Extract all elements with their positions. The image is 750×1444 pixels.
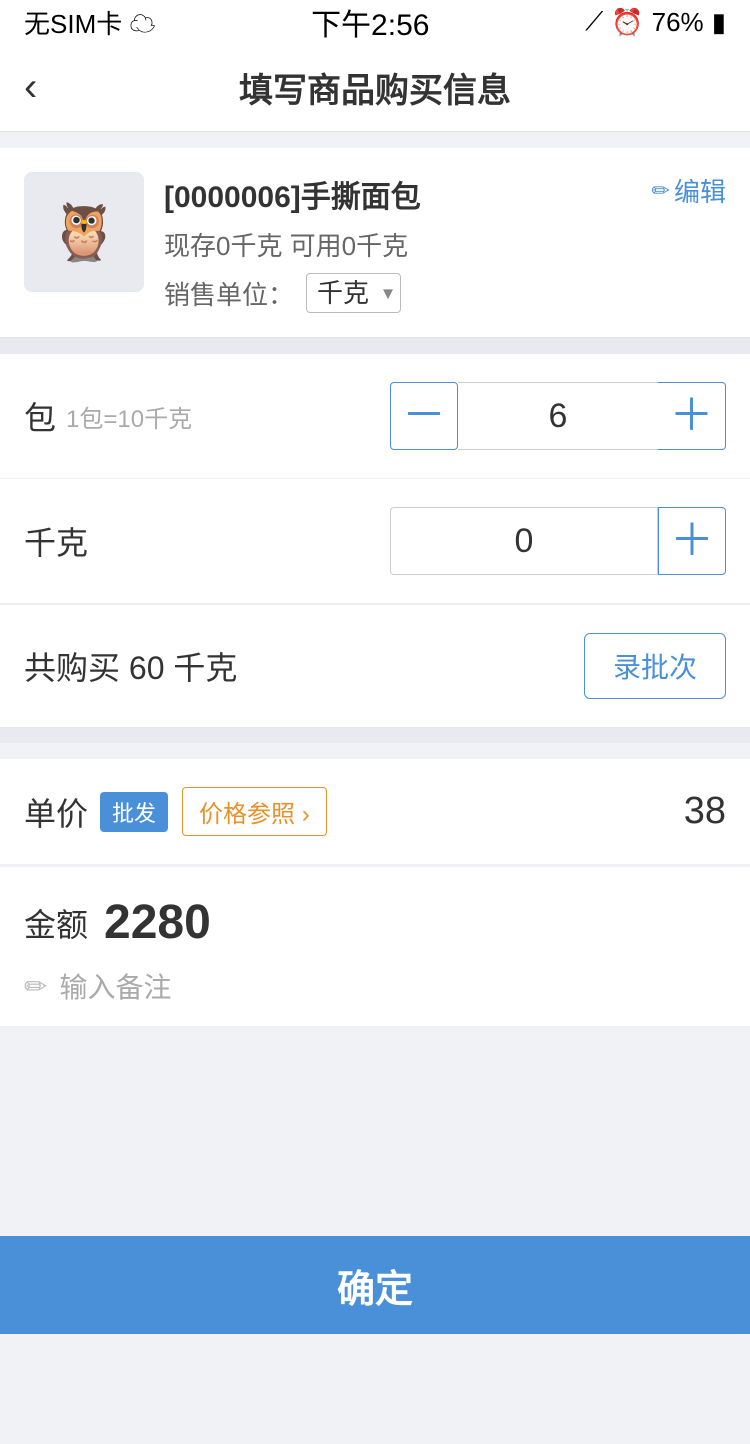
price-ref-button[interactable]: 价格参照 › [182, 787, 327, 836]
price-wholesale-tag: 批发 [100, 792, 168, 832]
bao-plus-button[interactable]: ＋ [658, 382, 726, 450]
status-right: ⟋ ⏰ 76% ▮ [585, 6, 726, 38]
back-button[interactable]: ‹ [24, 65, 37, 110]
bao-controls: － ＋ [390, 382, 726, 450]
summary-text: 共购买 60 千克 [24, 643, 584, 689]
product-thumbnail: 🦉 [24, 172, 144, 292]
kg-input-row: 千克 ＋ [0, 479, 750, 604]
alarm-icon: ⏰ [611, 7, 643, 38]
owl-icon: 🦉 [49, 199, 119, 265]
kg-input[interactable] [390, 507, 658, 575]
battery-label: 76% [652, 7, 704, 38]
product-unit-row: 销售单位： 千克 [164, 273, 726, 313]
product-stock: 现存0千克 可用0千克 [164, 226, 726, 263]
note-placeholder[interactable]: 输入备注 [59, 966, 171, 1006]
kg-plus-button[interactable]: ＋ [658, 507, 726, 575]
bao-minus-button[interactable]: － [390, 382, 458, 450]
edit-icon: ✏ [652, 178, 670, 204]
location-icon: ⟋ [585, 6, 603, 38]
pencil-icon: ✏ [24, 970, 47, 1003]
price-value: 38 [684, 790, 726, 833]
page-title: 填写商品购买信息 [239, 63, 511, 112]
bao-input[interactable] [458, 382, 658, 450]
divider-1 [0, 338, 750, 354]
status-bar: 无SIM卡 ☁ 下午2:56 ⟋ ⏰ 76% ▮ [0, 0, 750, 44]
batch-button[interactable]: 录批次 [584, 633, 726, 699]
bao-label: 包 [24, 393, 56, 439]
amount-row: 金额 2280 [24, 895, 726, 950]
amount-value: 2280 [104, 895, 211, 950]
bao-hint: 1包=10千克 [66, 399, 192, 434]
kg-label: 千克 [24, 518, 88, 564]
divider-2 [0, 727, 750, 743]
note-row[interactable]: ✏ 输入备注 [24, 966, 726, 1006]
product-code-name: [0000006]手撕面包 [164, 172, 726, 216]
summary-row: 共购买 60 千克 录批次 [0, 604, 750, 727]
unit-row-label: 销售单位： [164, 275, 294, 312]
price-label: 单价 [24, 789, 88, 835]
status-time: 下午2:56 [311, 0, 429, 44]
input-section: 包 1包=10千克 － ＋ 千克 ＋ 共购买 60 千克 录批次 [0, 354, 750, 727]
unit-select[interactable]: 千克 [306, 273, 401, 313]
status-left: 无SIM卡 ☁ [24, 4, 155, 41]
kg-controls: ＋ [390, 507, 726, 575]
unit-select-wrapper[interactable]: 千克 [306, 273, 401, 313]
battery-icon: ▮ [712, 7, 726, 38]
nav-bar: ‹ 填写商品购买信息 [0, 44, 750, 132]
price-section: 单价 批发 价格参照 › 38 [0, 759, 750, 865]
sim-label: 无SIM卡 ☁ [24, 4, 155, 41]
bao-input-row: 包 1包=10千克 － ＋ [0, 354, 750, 479]
confirm-button[interactable]: 确定 [0, 1236, 750, 1334]
product-info: [0000006]手撕面包 现存0千克 可用0千克 销售单位： 千克 [164, 172, 726, 313]
edit-button[interactable]: ✏ 编辑 [652, 172, 726, 209]
product-section: 🦉 [0000006]手撕面包 现存0千克 可用0千克 销售单位： 千克 ✏ 编… [0, 148, 750, 338]
amount-label: 金额 [24, 900, 88, 946]
amount-section: 金额 2280 ✏ 输入备注 [0, 867, 750, 1026]
edit-label: 编辑 [674, 172, 726, 209]
